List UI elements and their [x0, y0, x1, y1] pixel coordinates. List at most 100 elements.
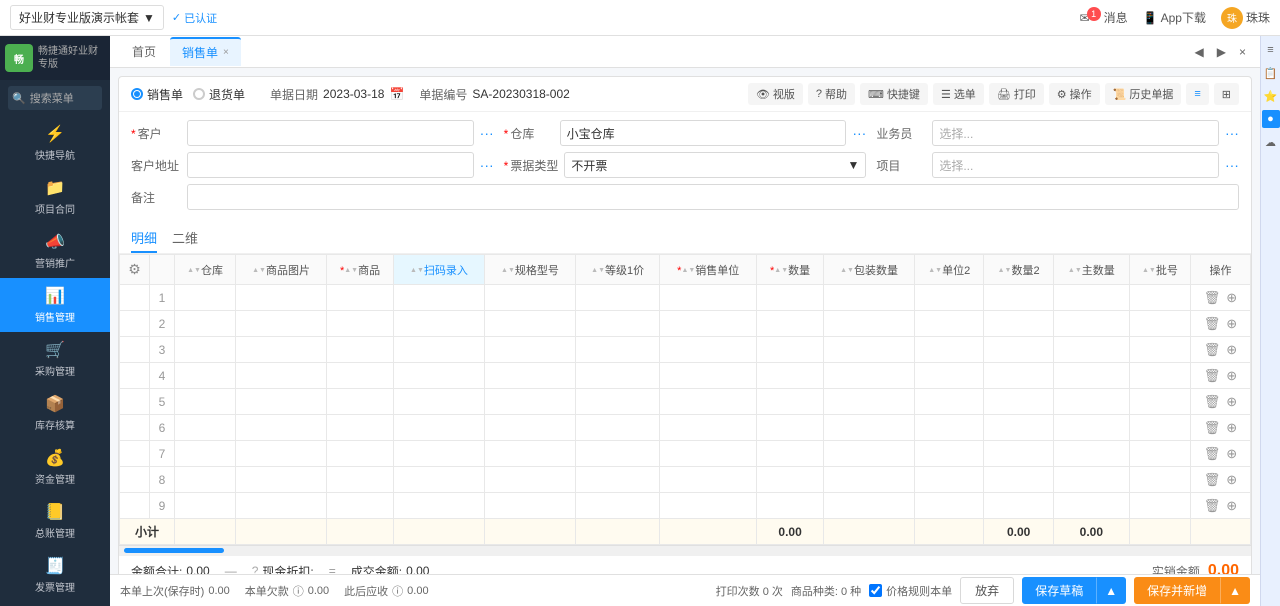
table-cell[interactable]: [660, 493, 757, 519]
right-btn-1[interactable]: ≡: [1262, 41, 1280, 59]
user-avatar[interactable]: 珠 珠珠: [1221, 7, 1270, 29]
table-cell[interactable]: [484, 467, 575, 493]
table-cell[interactable]: [393, 493, 484, 519]
table-cell[interactable]: [660, 441, 757, 467]
right-btn-3[interactable]: ⭐: [1262, 87, 1280, 105]
row-check-cell[interactable]: [120, 415, 150, 441]
table-cell[interactable]: [236, 493, 327, 519]
table-cell[interactable]: [327, 285, 394, 311]
history-btn[interactable]: 📜历史单据: [1105, 83, 1182, 105]
table-cell[interactable]: [915, 493, 984, 519]
table-cell[interactable]: [660, 415, 757, 441]
table-cell[interactable]: [575, 467, 659, 493]
table-cell[interactable]: [1053, 311, 1129, 337]
row-copy-btn[interactable]: ⊕: [1223, 315, 1240, 333]
table-cell[interactable]: [660, 337, 757, 363]
sidebar-item-purchase[interactable]: 🛒 采购管理: [0, 332, 110, 386]
table-cell[interactable]: [915, 337, 984, 363]
table-cell[interactable]: [824, 363, 915, 389]
table-cell[interactable]: [236, 337, 327, 363]
table-cell[interactable]: [175, 441, 236, 467]
table-cell[interactable]: [1053, 285, 1129, 311]
right-btn-5[interactable]: ☁: [1262, 133, 1280, 151]
row-check-cell[interactable]: [120, 389, 150, 415]
right-btn-4[interactable]: ●: [1262, 110, 1280, 128]
table-cell[interactable]: [1129, 415, 1190, 441]
table-cell[interactable]: [757, 493, 824, 519]
table-cell[interactable]: [660, 389, 757, 415]
row-check-cell[interactable]: [120, 285, 150, 311]
table-cell[interactable]: [175, 415, 236, 441]
customer-select-btn[interactable]: ···: [480, 125, 494, 141]
table-cell[interactable]: [915, 441, 984, 467]
table-cell[interactable]: [327, 467, 394, 493]
table-cell[interactable]: [327, 363, 394, 389]
table-cell[interactable]: [660, 363, 757, 389]
table-cell[interactable]: [915, 415, 984, 441]
table-cell[interactable]: [327, 311, 394, 337]
table-cell[interactable]: [757, 337, 824, 363]
radio-return-order[interactable]: 退货单: [193, 86, 245, 103]
notification-button[interactable]: ✉ 1 消息: [1080, 9, 1128, 26]
settings-col-header[interactable]: ⚙: [120, 255, 150, 285]
table-cell[interactable]: [175, 311, 236, 337]
warehouse-select-btn[interactable]: ···: [852, 125, 866, 141]
row-delete-btn[interactable]: 🗑: [1201, 445, 1224, 463]
table-cell[interactable]: [984, 285, 1053, 311]
row-check-cell[interactable]: [120, 467, 150, 493]
table-cell[interactable]: [484, 415, 575, 441]
table-cell[interactable]: [484, 285, 575, 311]
table-cell[interactable]: [824, 467, 915, 493]
table-cell[interactable]: [984, 415, 1053, 441]
table-cell[interactable]: [1129, 467, 1190, 493]
table-cell[interactable]: [393, 285, 484, 311]
layout-btn2[interactable]: ⊞: [1214, 83, 1239, 105]
sidebar-item-inventory[interactable]: 📦 库存核算: [0, 386, 110, 440]
table-cell[interactable]: [236, 389, 327, 415]
table-cell[interactable]: [757, 311, 824, 337]
print-btn[interactable]: 🖨打印: [989, 83, 1044, 105]
salesperson-select-btn[interactable]: ···: [1225, 125, 1239, 141]
layout-btn1[interactable]: ≡: [1186, 83, 1208, 105]
discard-button[interactable]: 放弃: [960, 577, 1014, 604]
table-cell[interactable]: [575, 441, 659, 467]
company-selector[interactable]: 好业财专业版演示帐套 ▼: [10, 5, 164, 30]
row-copy-btn[interactable]: ⊕: [1223, 289, 1240, 307]
customer-input[interactable]: [187, 120, 474, 146]
table-cell[interactable]: [824, 389, 915, 415]
table-cell[interactable]: [1129, 311, 1190, 337]
select-btn[interactable]: ☰选单: [933, 83, 984, 105]
save-draft-split-button[interactable]: ▲: [1096, 577, 1126, 604]
table-cell[interactable]: [984, 441, 1053, 467]
table-cell[interactable]: [327, 337, 394, 363]
warehouse-input[interactable]: 小宝仓库: [560, 120, 847, 146]
table-cell[interactable]: [984, 493, 1053, 519]
tab-2d[interactable]: 二维: [172, 224, 198, 253]
tab-detail[interactable]: 明细: [131, 224, 157, 253]
table-cell[interactable]: [484, 493, 575, 519]
table-cell[interactable]: [575, 311, 659, 337]
sidebar-item-invoice[interactable]: 🧾 发票管理: [0, 548, 110, 602]
table-cell[interactable]: [575, 415, 659, 441]
table-cell[interactable]: [1053, 415, 1129, 441]
row-delete-btn[interactable]: 🗑: [1201, 471, 1224, 489]
row-delete-btn[interactable]: 🗑: [1201, 393, 1224, 411]
table-cell[interactable]: [915, 311, 984, 337]
scroll-bar[interactable]: [124, 548, 224, 553]
table-cell[interactable]: [757, 467, 824, 493]
invoice-type-select[interactable]: 不开票 ▼: [564, 152, 866, 178]
table-cell[interactable]: [824, 311, 915, 337]
table-cell[interactable]: [1053, 337, 1129, 363]
table-cell[interactable]: [175, 363, 236, 389]
project-select-btn[interactable]: ···: [1225, 157, 1239, 173]
row-check-cell[interactable]: [120, 337, 150, 363]
table-cell[interactable]: [575, 493, 659, 519]
table-cell[interactable]: [575, 337, 659, 363]
table-cell[interactable]: [393, 467, 484, 493]
project-input[interactable]: 选择...: [932, 152, 1219, 178]
table-cell[interactable]: [1129, 441, 1190, 467]
table-cell[interactable]: [1053, 441, 1129, 467]
shortcut-btn[interactable]: ⌨快捷键: [860, 83, 928, 105]
table-cell[interactable]: [393, 441, 484, 467]
table-cell[interactable]: [1129, 389, 1190, 415]
